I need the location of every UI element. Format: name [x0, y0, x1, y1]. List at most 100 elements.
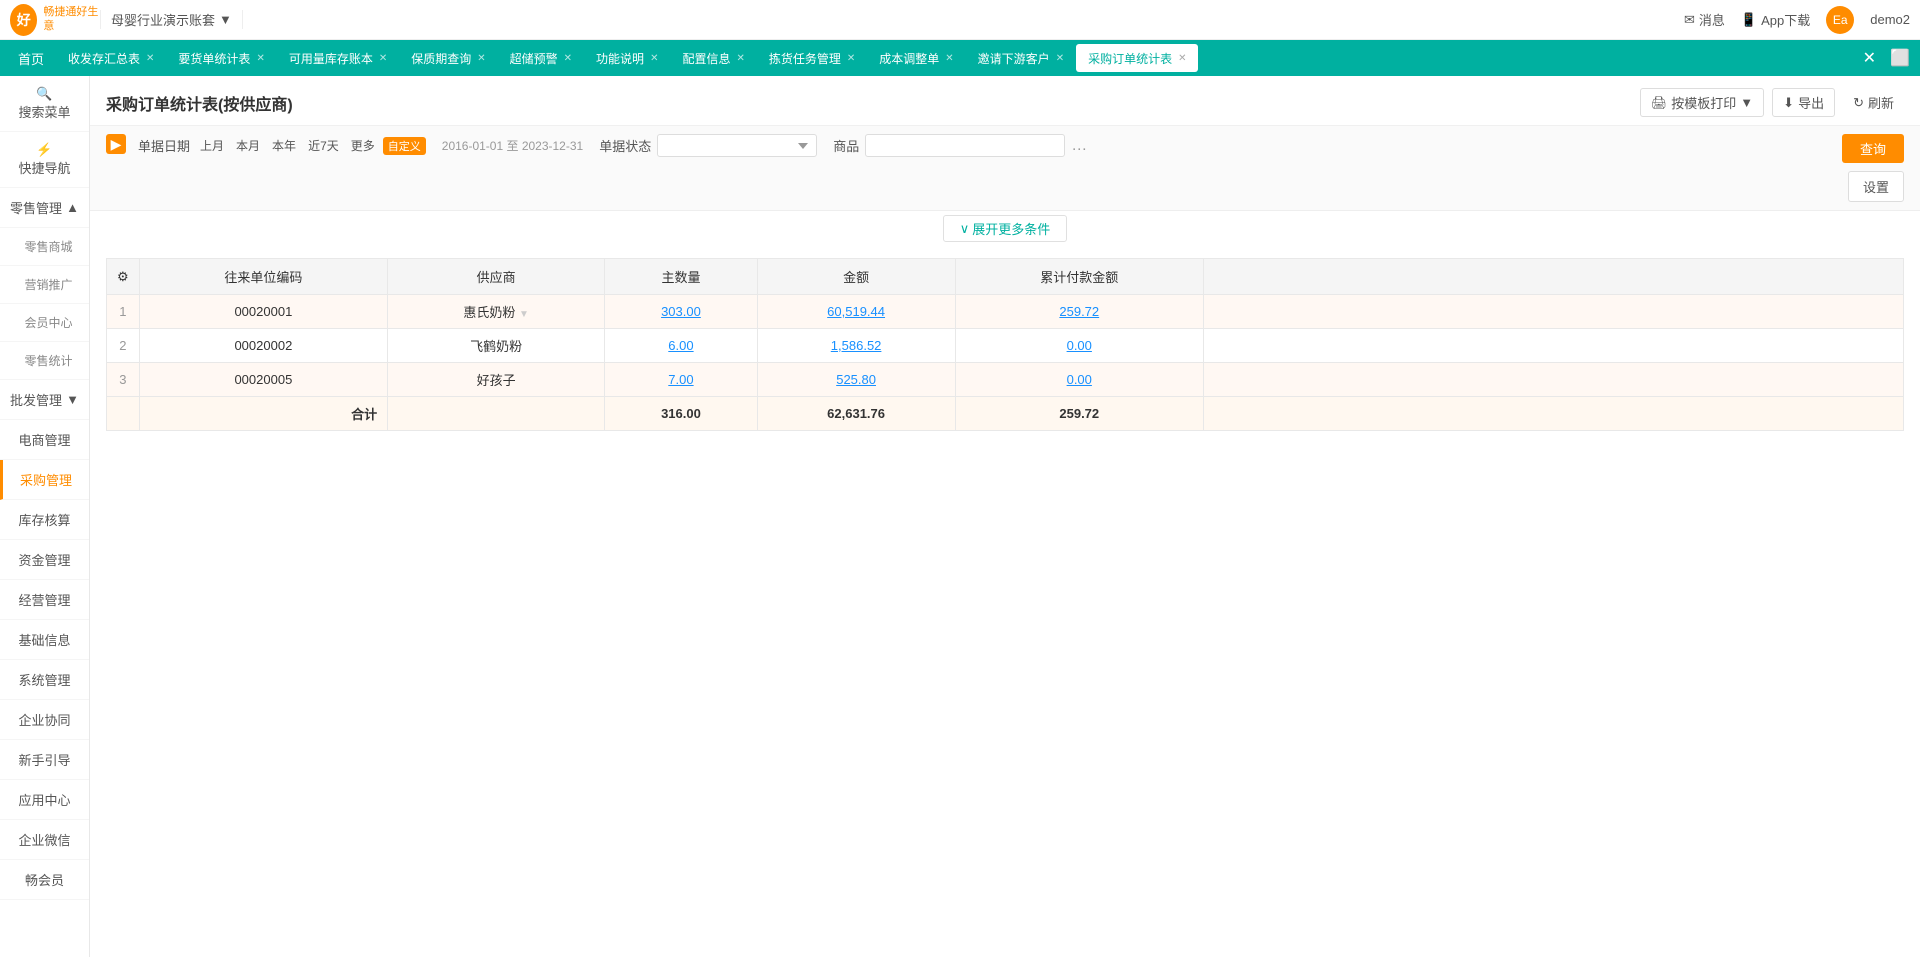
- footer-paid: 259.72: [955, 397, 1203, 431]
- export-icon: ⬇: [1783, 95, 1794, 111]
- th-settings[interactable]: ⚙: [107, 259, 140, 295]
- tab-pick-task[interactable]: 拣货任务管理 ✕: [757, 44, 867, 72]
- sidebar-item-member-plus[interactable]: 畅会员: [0, 860, 89, 900]
- date-this-month[interactable]: 本月: [232, 136, 264, 155]
- tab-available-inventory[interactable]: 可用量库存账本 ✕: [277, 44, 399, 72]
- goods-more-icon[interactable]: …: [1071, 137, 1087, 155]
- sidebar-item-purchase-mgmt[interactable]: 采购管理: [0, 460, 89, 500]
- expand-filter-button[interactable]: ▶: [106, 134, 126, 154]
- sidebar-item-retail-stats[interactable]: 零售统计: [0, 342, 89, 380]
- close-tab-order[interactable]: ✕: [256, 53, 264, 64]
- sidebar-item-new-guide[interactable]: 新手引导: [0, 740, 89, 780]
- sidebar-item-operations-mgmt[interactable]: 经营管理: [0, 580, 89, 620]
- sidebar-item-enterprise-collab[interactable]: 企业协同: [0, 700, 89, 740]
- sidebar-item-retail-mall[interactable]: 零售商城: [0, 228, 89, 266]
- chevron-down-icon: ▲: [66, 200, 79, 215]
- template-print-button[interactable]: 🖨 按模板打印 ▼: [1640, 88, 1764, 117]
- tab-purchase-order-stats[interactable]: 采购订单统计表 ✕: [1076, 44, 1198, 72]
- tab-feature-desc[interactable]: 功能说明 ✕: [584, 44, 670, 72]
- username-label[interactable]: demo2: [1870, 12, 1910, 27]
- amount-1[interactable]: 60,519.44: [757, 295, 955, 329]
- close-tab-feature[interactable]: ✕: [650, 53, 658, 64]
- phone-icon: 📱: [1741, 12, 1757, 28]
- supplier-2: 飞鹤奶粉: [388, 329, 605, 363]
- tab-config-info[interactable]: 配置信息 ✕: [670, 44, 756, 72]
- tab-expiry-query[interactable]: 保质期查询 ✕: [399, 44, 497, 72]
- sidebar-item-inventory-check[interactable]: 库存核算: [0, 500, 89, 540]
- qty-3[interactable]: 7.00: [605, 363, 757, 397]
- print-icon: 🖨: [1651, 95, 1668, 111]
- custom-date-tag: 自定义: [383, 137, 426, 155]
- paid-3[interactable]: 0.00: [955, 363, 1203, 397]
- date-last-month[interactable]: 上月: [196, 136, 228, 155]
- tab-invite-downstream[interactable]: 邀请下游客户 ✕: [966, 44, 1076, 72]
- close-tab-inventory[interactable]: ✕: [379, 53, 387, 64]
- workspace-dropdown[interactable]: 母婴行业演示账套 ▼: [100, 10, 243, 29]
- sidebar-item-ecommerce[interactable]: 电商管理: [0, 420, 89, 460]
- amount-3[interactable]: 525.80: [757, 363, 955, 397]
- sidebar-item-basics[interactable]: 基础信息: [0, 620, 89, 660]
- goods-input[interactable]: [865, 134, 1065, 157]
- app-download-button[interactable]: 📱 App下载: [1741, 10, 1810, 29]
- qty-2[interactable]: 6.00: [605, 329, 757, 363]
- search-icon: 🔍: [0, 86, 89, 102]
- sidebar-item-app-center[interactable]: 应用中心: [0, 780, 89, 820]
- tab-cost-adjust[interactable]: 成本调整单 ✕: [867, 44, 965, 72]
- close-tab-invite[interactable]: ✕: [1056, 53, 1064, 64]
- tab-collection-summary[interactable]: 收发存汇总表 ✕: [56, 44, 166, 72]
- app-download-label: App下载: [1761, 10, 1810, 29]
- sidebar-item-member-center[interactable]: 会员中心: [0, 304, 89, 342]
- date-7-days[interactable]: 近7天: [304, 136, 343, 155]
- tab-home[interactable]: 首页: [6, 44, 56, 72]
- expand-more-row: ∨ 展开更多条件: [90, 211, 1920, 250]
- close-tab-config[interactable]: ✕: [736, 53, 744, 64]
- th-qty: 主数量: [605, 259, 757, 295]
- page-actions: 🖨 按模板打印 ▼ ⬇ 导出 ↻ 刷新: [1640, 88, 1904, 117]
- date-this-year[interactable]: 本年: [268, 136, 300, 155]
- dropdown-icon-1: ▼: [519, 309, 529, 320]
- status-select[interactable]: [657, 134, 817, 157]
- close-tab-overstock[interactable]: ✕: [564, 53, 572, 64]
- qty-1[interactable]: 303.00: [605, 295, 757, 329]
- date-more[interactable]: 更多: [347, 136, 379, 155]
- table-wrapper: ⚙ 往来单位编码 供应商 主数量 金额 累计付款金额 1 00020001: [90, 258, 1920, 447]
- export-button[interactable]: ⬇ 导出: [1772, 88, 1835, 117]
- top-bar: 好 畅捷通好生意 母婴行业演示账套 ▼ ✉ 消息 📱 App下载 Ea demo…: [0, 0, 1920, 40]
- query-button[interactable]: 查询: [1842, 134, 1904, 163]
- sidebar-item-funds-mgmt[interactable]: 资金管理: [0, 540, 89, 580]
- settings-button[interactable]: 设置: [1848, 171, 1904, 202]
- tab-order-stats[interactable]: 要货单统计表 ✕: [166, 44, 276, 72]
- sidebar-item-retail-mgmt[interactable]: 零售管理 ▲: [0, 188, 89, 228]
- tab-close-all-button[interactable]: ✕: [1859, 46, 1880, 70]
- logo-area: 好 畅捷通好生意: [10, 4, 100, 36]
- close-tab-collection[interactable]: ✕: [146, 53, 154, 64]
- expand-more-button[interactable]: ∨ 展开更多条件: [943, 215, 1068, 242]
- status-label: 单据状态: [599, 136, 651, 155]
- sidebar-item-quicknav[interactable]: ⚡ 快捷导航: [0, 132, 89, 188]
- paid-2[interactable]: 0.00: [955, 329, 1203, 363]
- close-tab-expiry[interactable]: ✕: [477, 53, 485, 64]
- nav-tabs-bar: 首页 收发存汇总表 ✕ 要货单统计表 ✕ 可用量库存账本 ✕ 保质期查询 ✕ 超…: [0, 40, 1920, 76]
- message-button[interactable]: ✉ 消息: [1684, 10, 1725, 29]
- sidebar-item-system-mgmt[interactable]: 系统管理: [0, 660, 89, 700]
- refresh-button[interactable]: ↻ 刷新: [1843, 89, 1904, 116]
- sidebar-item-search[interactable]: 🔍 搜索菜单: [0, 76, 89, 132]
- tab-maximize-button[interactable]: ⬜: [1886, 46, 1914, 70]
- amount-2[interactable]: 1,586.52: [757, 329, 955, 363]
- footer-extra: [1204, 397, 1904, 431]
- close-tab-cost[interactable]: ✕: [945, 53, 953, 64]
- code-3: 00020005: [139, 363, 387, 397]
- table-body: 1 00020001 惠氏奶粉 ▼ 303.00 60,519.44 259.7…: [107, 295, 1904, 397]
- status-filter-item: 单据状态: [599, 134, 817, 157]
- close-tab-purchase[interactable]: ✕: [1178, 53, 1186, 64]
- paid-1[interactable]: 259.72: [955, 295, 1203, 329]
- code-1: 00020001: [139, 295, 387, 329]
- tab-overstock-warning[interactable]: 超储预警 ✕: [498, 44, 584, 72]
- sidebar-item-marketing[interactable]: 营销推广: [0, 266, 89, 304]
- chevron-icon: ▼: [66, 392, 79, 407]
- sidebar-item-wholesale-mgmt[interactable]: 批发管理 ▼: [0, 380, 89, 420]
- filter-row: ▶ 单据日期 上月 本月 本年 近7天 更多 自定义: [106, 134, 1904, 202]
- close-tab-pick[interactable]: ✕: [847, 53, 855, 64]
- sidebar-item-enterprise-wechat[interactable]: 企业微信: [0, 820, 89, 860]
- message-label: 消息: [1699, 10, 1725, 29]
